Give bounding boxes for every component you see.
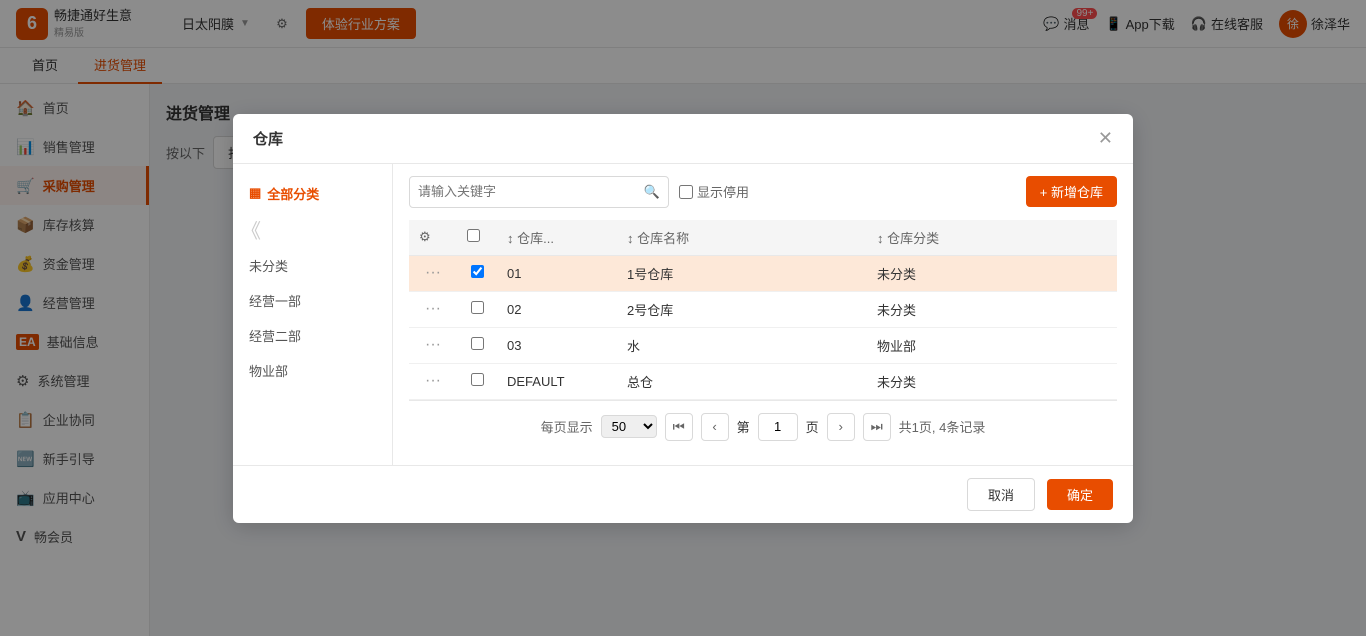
category-all[interactable]: ▦ 全部分类 [233,176,392,211]
col-check-header [457,220,497,256]
confirm-button[interactable]: 确定 [1047,479,1113,510]
row-check-1 [457,255,497,291]
modal-body: ▦ 全部分类 《 未分类 经营一部 经营二部 物业部 [233,164,1133,465]
row-code-1: 01 [497,255,617,291]
select-all-checkbox[interactable] [467,229,480,242]
show-disabled-text: 显示停用 [697,182,749,201]
col-name-label: 仓库名称 [637,231,689,246]
gear-icon: ⚙ [419,229,431,244]
page-size-label: 每页显示 [541,417,593,436]
modal-header: 仓库 ✕ [233,114,1133,164]
table-row[interactable]: ··· 01 1号仓库 未分类 [409,255,1117,291]
col-code-header[interactable]: ↕ 仓库... [497,220,617,256]
row-code-4: DEFAULT [497,363,617,399]
warehouse-table-container: ⚙ ↕ 仓库... ↕ [409,220,1117,400]
category-dept1[interactable]: 经营一部 [233,283,392,318]
row-cat-1: 未分类 [867,255,1117,291]
sort-icon3: ↕ [877,231,884,246]
modal-footer: 取消 确定 [233,465,1133,523]
row-cat-3: 物业部 [867,327,1117,363]
col-name-header[interactable]: ↕ 仓库名称 [617,220,867,256]
row-check-3 [457,327,497,363]
category-property[interactable]: 物业部 [233,353,392,388]
warehouse-table: ⚙ ↕ 仓库... ↕ [409,220,1117,400]
grid-icon: ▦ [249,185,261,201]
table-row[interactable]: ··· DEFAULT 总仓 未分类 [409,363,1117,399]
warehouse-modal: 仓库 ✕ ▦ 全部分类 《 未分类 经营一部 [233,114,1133,523]
page-last-button[interactable]: ⏭ [863,413,891,441]
search-icon[interactable]: 🔍 [644,184,660,200]
row-gear-4: ··· [409,363,457,399]
row-code-3: 03 [497,327,617,363]
row-check-2 [457,291,497,327]
row-action-3[interactable]: ··· [425,336,441,354]
modal-main: 🔍 显示停用 + 新增仓库 ⚙ [393,164,1133,465]
row-gear-1: ··· [409,255,457,291]
table-header-row: ⚙ ↕ 仓库... ↕ [409,220,1117,256]
row-checkbox-1[interactable] [471,265,484,278]
row-name-3: 水 [617,327,867,363]
show-disabled-checkbox[interactable] [679,185,693,199]
modal-sidebar: ▦ 全部分类 《 未分类 经营一部 经营二部 物业部 [233,164,393,465]
page-next-button[interactable]: › [827,413,855,441]
row-cat-2: 未分类 [867,291,1117,327]
modal-title: 仓库 [253,128,283,149]
row-checkbox-2[interactable] [471,301,484,314]
category-property-label: 物业部 [249,361,288,380]
row-checkbox-3[interactable] [471,337,484,350]
pagination: 每页显示 50 10 20 100 ⏮ ‹ 第 页 › ⏭ 共1页, 4条记录 [409,400,1117,453]
row-gear-3: ··· [409,327,457,363]
table-row[interactable]: ··· 02 2号仓库 未分类 [409,291,1117,327]
col-cat-label: 仓库分类 [887,231,939,246]
page-input[interactable] [758,413,798,441]
row-name-2: 2号仓库 [617,291,867,327]
row-cat-4: 未分类 [867,363,1117,399]
search-input[interactable] [418,184,644,199]
search-box: 🔍 [409,176,669,208]
page-prev-button[interactable]: ‹ [701,413,729,441]
row-name-4: 总仓 [617,363,867,399]
page-label: 第 [737,417,750,436]
row-action-1[interactable]: ··· [425,264,441,282]
row-check-4 [457,363,497,399]
sort-icon2: ↕ [627,231,634,246]
modal-toolbar: 🔍 显示停用 + 新增仓库 [409,176,1117,208]
category-all-label: 全部分类 [267,184,319,203]
category-uncategorized[interactable]: 未分类 [233,248,392,283]
category-dept2-label: 经营二部 [249,326,301,345]
modal-overlay: 仓库 ✕ ▦ 全部分类 《 未分类 经营一部 [0,0,1366,636]
show-disabled-label: 显示停用 [679,182,749,201]
row-code-2: 02 [497,291,617,327]
page-size-select[interactable]: 50 10 20 100 [601,415,657,438]
row-action-2[interactable]: ··· [425,300,441,318]
row-action-4[interactable]: ··· [425,372,441,390]
col-code-label: 仓库... [517,231,554,246]
add-warehouse-button[interactable]: + 新增仓库 [1026,176,1117,207]
row-checkbox-4[interactable] [471,373,484,386]
collapse-icon[interactable]: 《 [241,215,261,244]
category-uncategorized-label: 未分类 [249,256,288,275]
modal-close-button[interactable]: ✕ [1098,128,1113,149]
page-total: 共1页, 4条记录 [899,417,986,436]
category-dept1-label: 经营一部 [249,291,301,310]
table-row[interactable]: ··· 03 水 物业部 [409,327,1117,363]
page-unit: 页 [806,417,819,436]
sort-icon: ↕ [507,231,514,246]
cancel-button[interactable]: 取消 [967,478,1035,511]
category-dept2[interactable]: 经营二部 [233,318,392,353]
page-first-button[interactable]: ⏮ [665,413,693,441]
row-name-1: 1号仓库 [617,255,867,291]
col-cat-header[interactable]: ↕ 仓库分类 [867,220,1117,256]
col-gear-header: ⚙ [409,220,457,256]
row-gear-2: ··· [409,291,457,327]
